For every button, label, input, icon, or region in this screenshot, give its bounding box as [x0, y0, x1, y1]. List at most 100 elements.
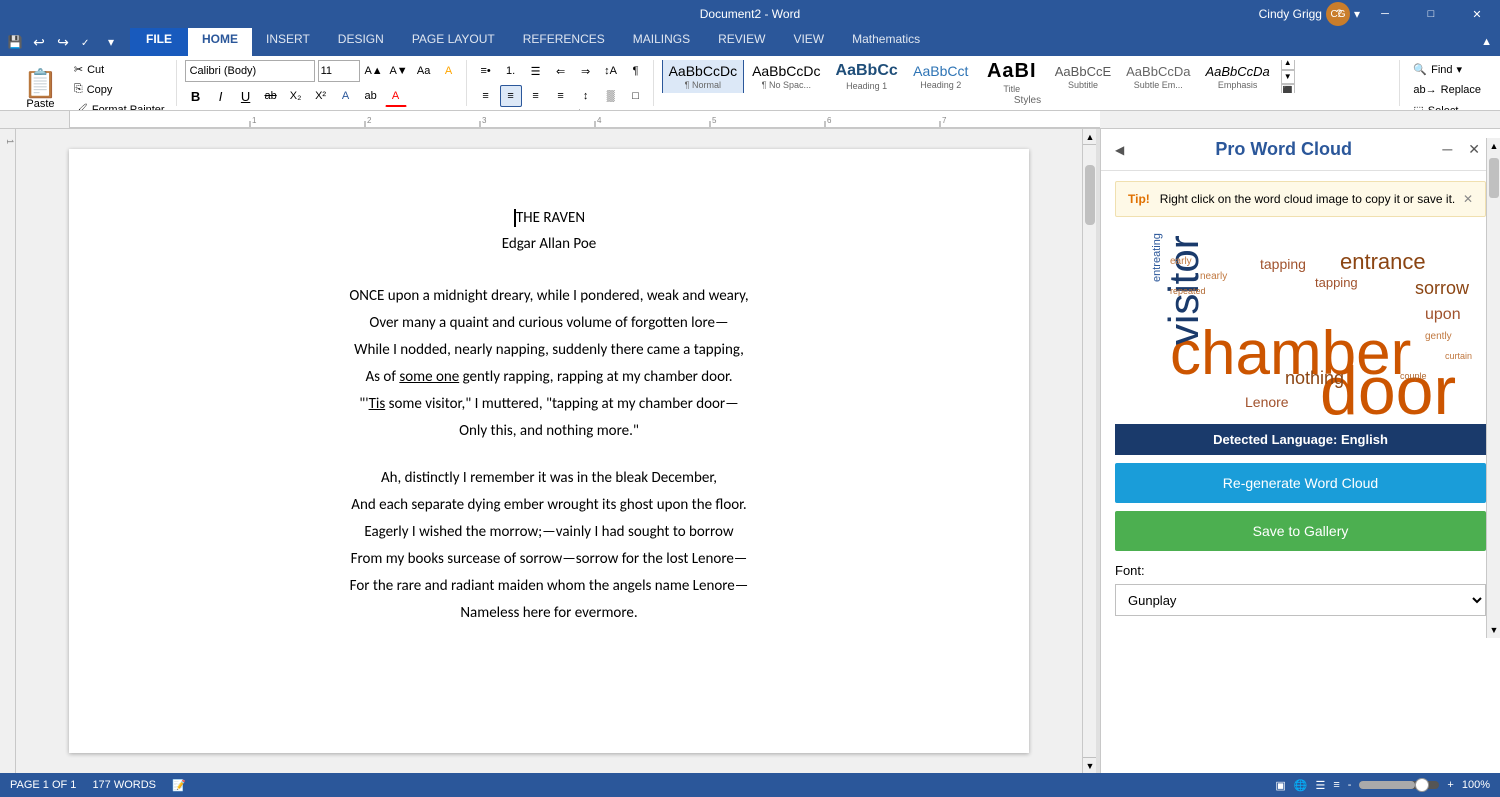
font-select[interactable]: Gunplay Arial Impact	[1115, 584, 1486, 616]
tab-mathematics[interactable]: Mathematics	[838, 24, 934, 56]
zoom-in-button[interactable]: +	[1447, 779, 1453, 791]
tip-close-button[interactable]: ✕	[1463, 192, 1473, 206]
show-formatting-button[interactable]: ¶	[625, 60, 647, 82]
save-gallery-button[interactable]: Save to Gallery	[1115, 511, 1486, 551]
scroll-down-button[interactable]: ▼	[1083, 757, 1097, 773]
font-name-input[interactable]	[185, 60, 315, 82]
style-heading2[interactable]: AaBbCct Heading 2	[906, 60, 976, 93]
panel-collapse-left[interactable]: ◀	[1115, 143, 1131, 157]
strikethrough-button[interactable]: ab	[260, 85, 282, 107]
italic-button[interactable]: I	[210, 85, 232, 107]
bold-button[interactable]: B	[185, 85, 207, 107]
shading-button[interactable]: ▒	[600, 85, 622, 107]
style-no-spacing[interactable]: AaBbCcDc ¶ No Spac...	[745, 60, 827, 93]
align-right-button[interactable]: ≡	[525, 85, 547, 107]
wc-door: door	[1320, 353, 1456, 424]
zoom-out-button[interactable]: -	[1348, 779, 1352, 791]
zoom-slider[interactable]	[1359, 781, 1439, 789]
title-bar: Document2 - Word Cindy Grigg CG ▾ ? ─ □ …	[0, 0, 1500, 28]
borders-button[interactable]: □	[625, 85, 647, 107]
wc-nothing: nothing	[1285, 368, 1344, 388]
tab-view[interactable]: VIEW	[779, 24, 838, 56]
paste-button[interactable]: 📋 Paste	[14, 67, 67, 112]
select-button[interactable]: ⬚ Select -	[1408, 101, 1470, 111]
panel-scrollbar[interactable]: ▲ ▼	[1486, 138, 1500, 638]
decrease-indent-button[interactable]: ⇐	[550, 60, 572, 82]
text-effects-button[interactable]: A	[335, 85, 357, 107]
save-qat-button[interactable]: 💾	[4, 31, 26, 53]
font-color-button[interactable]: A	[385, 85, 407, 107]
style-subtitle[interactable]: AaBbCcE Subtitle	[1048, 60, 1118, 93]
ribbon-collapse-button[interactable]: ▲	[1473, 36, 1500, 48]
ribbon-tabs: FILE HOME INSERT DESIGN PAGE LAYOUT REFE…	[126, 28, 1473, 56]
minimize-button[interactable]: ─	[1362, 0, 1408, 28]
replace-button[interactable]: ab→ Replace	[1408, 81, 1486, 99]
view-web-button[interactable]: 🌐	[1294, 779, 1308, 792]
style-heading1[interactable]: AaBbCc Heading 1	[829, 60, 905, 93]
styles-gallery: AaBbCcDc ¶ Normal AaBbCcDc ¶ No Spac... …	[662, 60, 1277, 93]
scroll-thumb[interactable]	[1085, 165, 1095, 225]
regenerate-button[interactable]: Re-generate Word Cloud	[1115, 463, 1486, 503]
highlight-button[interactable]: ab	[360, 85, 382, 107]
tab-review[interactable]: REVIEW	[704, 24, 779, 56]
tab-file[interactable]: FILE	[130, 24, 188, 56]
font-size-input[interactable]	[318, 60, 360, 82]
window-controls[interactable]: ? ─ □ ✕	[1316, 0, 1500, 28]
tab-references[interactable]: REFERENCES	[509, 24, 619, 56]
tab-design[interactable]: DESIGN	[324, 24, 398, 56]
view-draft-button[interactable]: ≡	[1333, 779, 1339, 791]
subscript-button[interactable]: X₂	[285, 85, 307, 107]
align-left-button[interactable]: ≡	[475, 85, 497, 107]
increase-indent-button[interactable]: ⇒	[575, 60, 597, 82]
panel-scroll-up[interactable]: ▲	[1487, 138, 1500, 154]
close-button[interactable]: ✕	[1454, 0, 1500, 28]
view-print-button[interactable]: ▣	[1275, 779, 1285, 792]
multilevel-list-button[interactable]: ☰	[525, 60, 547, 82]
panel-minimize-button[interactable]: ─	[1436, 139, 1458, 160]
style-emphasis[interactable]: AaBbCcDa Emphasis	[1198, 60, 1276, 93]
style-normal[interactable]: AaBbCcDc ¶ Normal	[662, 60, 744, 93]
undo-button[interactable]: ↩	[28, 31, 50, 53]
styles-scroll-down[interactable]: ▼	[1281, 70, 1295, 84]
increase-font-button[interactable]: A▲	[363, 60, 385, 82]
styles-scroll-up[interactable]: ▲	[1281, 60, 1295, 70]
find-button[interactable]: 🔍 Find ▾	[1408, 60, 1467, 79]
style-title[interactable]: AaBI Title	[977, 60, 1047, 93]
numbering-button[interactable]: 1.	[500, 60, 522, 82]
document-scrollbar[interactable]: ▲ ▼	[1082, 129, 1096, 773]
clear-formatting-button[interactable]: A	[438, 60, 460, 82]
scroll-up-button[interactable]: ▲	[1083, 129, 1097, 145]
wc-nearly: nearly	[1200, 271, 1227, 282]
sort-button[interactable]: ↕A	[600, 60, 622, 82]
styles-expand[interactable]: ⬛	[1281, 84, 1295, 94]
tab-pagelayout[interactable]: PAGE LAYOUT	[398, 24, 509, 56]
help-button[interactable]: ?	[1316, 0, 1362, 28]
restore-button[interactable]: □	[1408, 0, 1454, 28]
underline-button[interactable]: U	[235, 85, 257, 107]
panel-scroll-thumb[interactable]	[1489, 158, 1499, 198]
qat-dropdown[interactable]: ▾	[100, 31, 122, 53]
tab-insert[interactable]: INSERT	[252, 24, 324, 56]
panel-scroll-down[interactable]: ▼	[1487, 622, 1500, 638]
cut-button[interactable]: ✂ Cut	[69, 60, 170, 79]
copy-button[interactable]: ⎘ Copy	[69, 80, 170, 99]
document-scroll-area[interactable]: THE RAVEN Edgar Allan Poe ONCE upon a mi…	[16, 129, 1082, 773]
zoom-slider-thumb[interactable]	[1415, 778, 1429, 792]
document-page[interactable]: THE RAVEN Edgar Allan Poe ONCE upon a mi…	[69, 149, 1029, 753]
bullets-button[interactable]: ≡•	[475, 60, 497, 82]
redo-button[interactable]: ↪	[52, 31, 74, 53]
justify-button[interactable]: ≡	[550, 85, 572, 107]
superscript-button[interactable]: X²	[310, 85, 332, 107]
view-outline-button[interactable]: ☰	[1315, 779, 1325, 792]
line-spacing-button[interactable]: ↕	[575, 85, 597, 107]
align-center-button[interactable]: ≡	[500, 85, 522, 107]
spelling-button[interactable]: ✓	[76, 31, 98, 53]
panel-close-button[interactable]: ✕	[1462, 139, 1486, 160]
change-case-button[interactable]: Aa	[413, 60, 435, 82]
tab-home[interactable]: HOME	[188, 24, 252, 56]
format-painter-button[interactable]: 🖌 Format Painter	[69, 100, 170, 111]
style-subtle-emphasis[interactable]: AaBbCcDa Subtle Em...	[1119, 60, 1197, 93]
tab-mailings[interactable]: MAILINGS	[619, 24, 704, 56]
word-cloud-image-area[interactable]: chamber door entrance sorrow tapping tap…	[1101, 229, 1500, 424]
decrease-font-button[interactable]: A▼	[388, 60, 410, 82]
